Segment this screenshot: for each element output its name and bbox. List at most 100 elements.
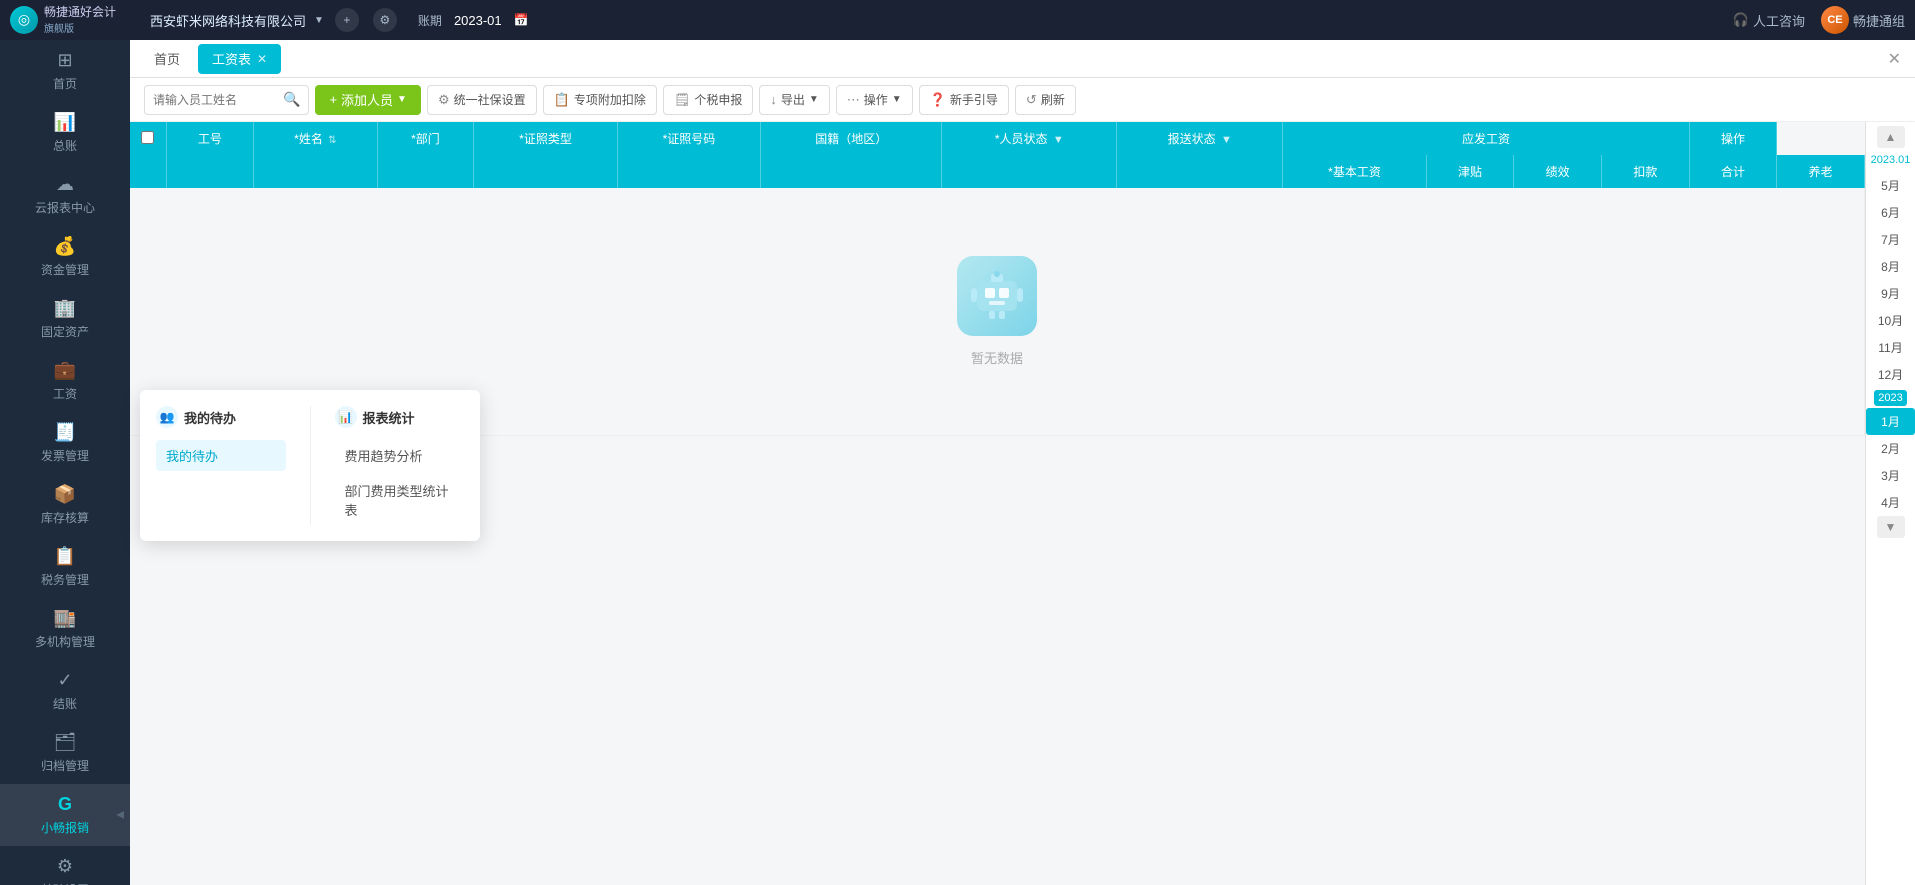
special-deduct-label: 专项附加扣除 xyxy=(574,91,646,108)
tab-salary[interactable]: 工资表 ✕ xyxy=(198,44,281,74)
submit-filter-icon[interactable]: ▼ xyxy=(1221,134,1232,146)
sidebar-item-fund[interactable]: 💰 资金管理 xyxy=(0,226,130,288)
year-label-top: 2023.01 xyxy=(1869,150,1913,170)
sidebar-label-archive: 归档管理 xyxy=(41,757,89,774)
sidebar-label-salary: 工资 xyxy=(53,385,77,402)
export-button[interactable]: ↓ 导出 ▼ xyxy=(759,85,829,115)
month-item-6[interactable]: 6月 xyxy=(1866,199,1915,226)
inventory-icon: 📦 xyxy=(54,484,76,505)
refresh-button[interactable]: ↺ 刷新 xyxy=(1015,85,1076,115)
month-panel: ▲ 2023.01 5月 6月 7月 8月 9月 10月 11月 12月 202… xyxy=(1865,122,1915,885)
social-security-button[interactable]: ⚙ 统一社保设置 xyxy=(427,85,537,115)
th2-pension: 养老 xyxy=(1777,155,1865,188)
guide-btn-icon: ❓ xyxy=(930,92,946,108)
th2-total: 合计 xyxy=(1689,155,1777,188)
add-company-button[interactable]: + xyxy=(335,8,359,32)
tab-home[interactable]: 首页 xyxy=(140,44,194,74)
sidebar-label-home: 首页 xyxy=(53,75,77,92)
support-button[interactable]: 🎧 人工咨询 xyxy=(1733,11,1805,30)
report-section-title: 📊 报表统计 xyxy=(335,406,465,428)
sidebar-item-archive[interactable]: 🗂 归档管理 xyxy=(0,722,130,784)
name-sort-icon[interactable]: ⇅ xyxy=(328,135,336,146)
sidebar-item-tax[interactable]: 📋 税务管理 xyxy=(0,536,130,598)
search-input[interactable] xyxy=(153,93,283,107)
company-dropdown-arrow[interactable]: ▼ xyxy=(314,15,324,26)
month-item-1[interactable]: 1月 xyxy=(1866,408,1915,435)
month-item-9[interactable]: 9月 xyxy=(1866,280,1915,307)
sidebar-item-basic[interactable]: ⚙ 基础设置 xyxy=(0,846,130,885)
personal-tax-button[interactable]: 🗒 个税申报 xyxy=(663,85,754,115)
sidebar-item-salary[interactable]: 💼 工资 xyxy=(0,350,130,412)
dropdown-divider xyxy=(310,406,311,525)
month-item-5[interactable]: 5月 xyxy=(1866,172,1915,199)
special-deduct-button[interactable]: 📋 专项附加扣除 xyxy=(543,85,657,115)
sidebar-item-checkout[interactable]: ✓ 结账 xyxy=(0,660,130,722)
refresh-label: 刷新 xyxy=(1041,91,1065,108)
sidebar-label-inventory: 库存核算 xyxy=(41,509,89,526)
company-name: 西安虾米网络科技有限公司 xyxy=(150,11,306,30)
empty-text: 暂无数据 xyxy=(971,348,1023,367)
month-item-3[interactable]: 3月 xyxy=(1866,462,1915,489)
month-item-2[interactable]: 2月 xyxy=(1866,435,1915,462)
logo-area: ◎ 畅捷通好会计 旗舰版 xyxy=(10,5,140,34)
headset-icon: 🎧 xyxy=(1733,12,1749,28)
dropdown-item-dept-cost[interactable]: 部门费用类型统计表 xyxy=(335,475,465,525)
new-guide-button[interactable]: ❓ 新手引导 xyxy=(919,85,1009,115)
basic-icon: ⚙ xyxy=(57,856,73,877)
th-salary-group: 应发工资 xyxy=(1283,122,1689,155)
home-icon: ⊞ xyxy=(57,50,72,71)
logo-text-group: 畅捷通好会计 旗舰版 xyxy=(44,5,116,34)
month-up-button[interactable]: ▲ xyxy=(1877,126,1905,148)
th2-empty8 xyxy=(942,155,1117,188)
month-item-12[interactable]: 12月 xyxy=(1866,361,1915,388)
select-all-checkbox[interactable] xyxy=(141,131,154,144)
dropdown-item-todo[interactable]: 我的待办 xyxy=(156,440,286,471)
search-wrap[interactable]: 🔍 xyxy=(144,85,309,115)
sidebar-label-multi: 多机构管理 xyxy=(35,633,95,650)
sidebar-item-inventory[interactable]: 📦 库存核算 xyxy=(0,474,130,536)
dropdown-cols: 👥 我的待办 我的待办 📊 报表统计 费用趋势分析 部门费用类型统计表 xyxy=(156,406,464,525)
month-down-button[interactable]: ▼ xyxy=(1877,516,1905,538)
sidebar-item-multi-org[interactable]: 🏬 多机构管理 xyxy=(0,598,130,660)
month-item-10[interactable]: 10月 xyxy=(1866,307,1915,334)
month-item-11[interactable]: 11月 xyxy=(1866,334,1915,361)
sidebar-item-xiaochang[interactable]: G 小畅报销 ◀ xyxy=(0,784,130,846)
tab-bar: 首页 工资表 ✕ ✕ xyxy=(130,40,1915,78)
sidebar-label-fixed: 固定资产 xyxy=(41,323,89,340)
year-2023-label: 2023 xyxy=(1874,390,1906,406)
status-filter-icon[interactable]: ▼ xyxy=(1053,134,1064,146)
sidebar: ⊞ 首页 📊 总账 ☁ 云报表中心 💰 资金管理 🏢 固定资产 💼 工资 🧾 发… xyxy=(0,40,130,885)
operations-button[interactable]: ⋯ 操作 ▼ xyxy=(836,85,913,115)
tax-icon: 📋 xyxy=(54,546,76,567)
sidebar-label-basic: 基础设置 xyxy=(41,881,89,885)
personal-tax-label: 个税申报 xyxy=(694,91,742,108)
window-close-button[interactable]: ✕ xyxy=(1884,45,1905,73)
sidebar-item-fixed-assets[interactable]: 🏢 固定资产 xyxy=(0,288,130,350)
expand-icon: ◀ xyxy=(116,810,124,821)
th2-empty7 xyxy=(761,155,942,188)
new-guide-label: 新手引导 xyxy=(950,91,998,108)
logo-icon: ◎ xyxy=(10,6,38,34)
sidebar-item-cloud-report[interactable]: ☁ 云报表中心 xyxy=(0,164,130,226)
search-icon[interactable]: 🔍 xyxy=(283,91,300,108)
sidebar-item-home[interactable]: ⊞ 首页 xyxy=(0,40,130,102)
sidebar-item-invoice[interactable]: 🧾 发票管理 xyxy=(0,412,130,474)
month-item-7[interactable]: 7月 xyxy=(1866,226,1915,253)
month-item-4[interactable]: 4月 xyxy=(1866,489,1915,516)
add-person-button[interactable]: + 添加人员 ▼ xyxy=(315,85,421,115)
sidebar-label-tax: 税务管理 xyxy=(41,571,89,588)
month-item-8[interactable]: 8月 xyxy=(1866,253,1915,280)
user-area[interactable]: CE 畅捷通组 xyxy=(1821,6,1905,34)
operations-label: 操作 xyxy=(864,91,888,108)
logo-sub: 旗舰版 xyxy=(44,20,116,35)
tab-home-label: 首页 xyxy=(154,49,180,68)
settings-button[interactable]: ⚙ xyxy=(373,8,397,32)
sidebar-item-general[interactable]: 📊 总账 xyxy=(0,102,130,164)
dropdown-item-cost-trend[interactable]: 费用趋势分析 xyxy=(335,440,465,471)
report-icon: 📊 xyxy=(335,406,357,428)
dropdown-section-todo: 👥 我的待办 我的待办 xyxy=(156,406,286,525)
tab-close-button[interactable]: ✕ xyxy=(257,52,267,66)
calendar-icon[interactable]: 📅 xyxy=(514,13,529,27)
company-area[interactable]: 西安虾米网络科技有限公司 ▼ + ⚙ 账期 2023-01 📅 xyxy=(150,8,529,32)
sidebar-label-cloud: 云报表中心 xyxy=(35,199,95,216)
